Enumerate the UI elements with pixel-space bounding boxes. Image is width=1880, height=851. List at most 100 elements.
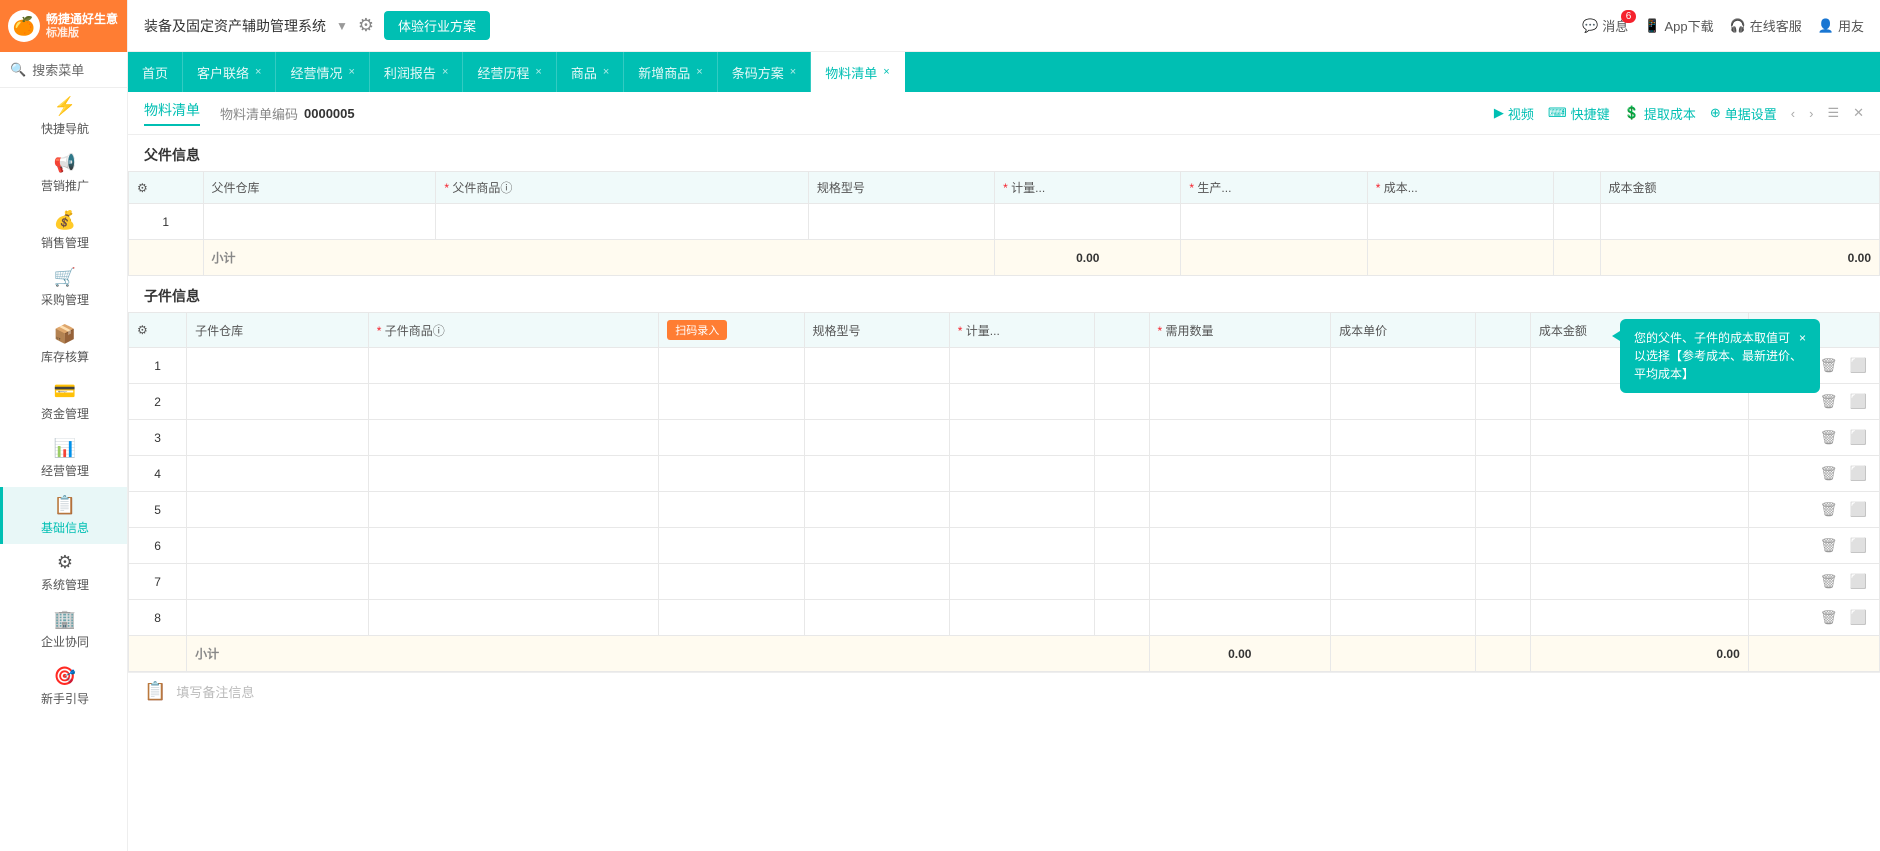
child-cell-cost-price-7[interactable] xyxy=(1331,564,1476,600)
child-cell-cost-price-6[interactable] xyxy=(1331,528,1476,564)
app-download-btn[interactable]: 📱 App下载 xyxy=(1644,16,1713,35)
parent-cell-product[interactable] xyxy=(436,204,809,240)
sidebar-item-sales[interactable]: 💰销售管理 xyxy=(0,202,127,259)
child-cell-spec-2[interactable] xyxy=(804,384,949,420)
child-cell-qty-5[interactable] xyxy=(1149,492,1331,528)
nav-tab-6[interactable]: 新增商品× xyxy=(624,52,717,92)
child-cell-warehouse-6[interactable] xyxy=(187,528,369,564)
tooltip-close-btn[interactable]: × xyxy=(1799,329,1806,347)
child-cell-qty-2[interactable] xyxy=(1149,384,1331,420)
child-cell-product-2[interactable] xyxy=(368,384,659,420)
child-copy-btn-6[interactable]: ⬜ xyxy=(1846,535,1871,556)
single-settings-action[interactable]: ⊕ 单据设置 xyxy=(1710,104,1777,123)
child-cell-product-3[interactable] xyxy=(368,420,659,456)
sidebar-item-enterprise[interactable]: 🏢企业协同 xyxy=(0,601,127,658)
child-delete-btn-5[interactable]: 🗑 xyxy=(1816,499,1842,520)
child-cell-qty-6[interactable] xyxy=(1149,528,1331,564)
nav-tab-close-2[interactable]: × xyxy=(348,66,354,78)
child-cell-product-5[interactable] xyxy=(368,492,659,528)
child-copy-btn-3[interactable]: ⬜ xyxy=(1846,427,1871,448)
search-menu[interactable]: 🔍 搜索菜单 xyxy=(0,52,127,88)
parent-cell-unit[interactable] xyxy=(995,204,1181,240)
parent-cell-cost[interactable] xyxy=(1367,204,1553,240)
child-cell-cost-price-4[interactable] xyxy=(1331,456,1476,492)
child-cell-cost-price-1[interactable] xyxy=(1331,348,1476,384)
child-delete-btn-6[interactable]: 🗑 xyxy=(1816,535,1842,556)
nav-tab-close-7[interactable]: × xyxy=(790,66,796,78)
child-cell-qty-4[interactable] xyxy=(1149,456,1331,492)
child-delete-btn-3[interactable]: 🗑 xyxy=(1816,427,1842,448)
child-cell-cost-price-2[interactable] xyxy=(1331,384,1476,420)
nav-tab-8[interactable]: 物料清单× xyxy=(811,52,904,92)
nav-tab-close-4[interactable]: × xyxy=(535,66,541,78)
child-delete-btn-2[interactable]: 🗑 xyxy=(1816,391,1842,412)
nav-tab-3[interactable]: 利润报告× xyxy=(370,52,463,92)
message-btn[interactable]: 💬 消息 6 xyxy=(1582,16,1628,35)
child-cell-unit-3[interactable] xyxy=(949,420,1094,456)
scan-btn[interactable]: 扫码录入 xyxy=(667,320,727,340)
sidebar-item-purchase[interactable]: 🛒采购管理 xyxy=(0,259,127,316)
nav-tab-1[interactable]: 客户联络× xyxy=(183,52,276,92)
child-cell-unit-6[interactable] xyxy=(949,528,1094,564)
child-cell-warehouse-1[interactable] xyxy=(187,348,369,384)
child-cell-spec-4[interactable] xyxy=(804,456,949,492)
child-cell-cost-price-8[interactable] xyxy=(1331,600,1476,636)
nav-tab-2[interactable]: 经营情况× xyxy=(276,52,369,92)
child-cell-product-1[interactable] xyxy=(368,348,659,384)
parent-cell-warehouse[interactable] xyxy=(203,204,436,240)
child-cell-product-4[interactable] xyxy=(368,456,659,492)
child-cell-unit-2[interactable] xyxy=(949,384,1094,420)
cost-action[interactable]: 💲 提取成本 xyxy=(1624,104,1696,123)
sidebar-item-finance[interactable]: 💳资金管理 xyxy=(0,373,127,430)
child-cell-unit-8[interactable] xyxy=(949,600,1094,636)
prev-btn[interactable]: ‹ xyxy=(1791,106,1795,121)
child-cell-cost-price-3[interactable] xyxy=(1331,420,1476,456)
next-btn[interactable]: › xyxy=(1809,106,1813,121)
child-cell-qty-7[interactable] xyxy=(1149,564,1331,600)
child-cell-warehouse-2[interactable] xyxy=(187,384,369,420)
child-cell-spec-3[interactable] xyxy=(804,420,949,456)
sidebar-item-basic[interactable]: 📋基础信息 xyxy=(0,487,127,544)
child-cell-spec-8[interactable] xyxy=(804,600,949,636)
settings-icon[interactable]: ⚙ xyxy=(358,15,374,36)
nav-tab-close-6[interactable]: × xyxy=(696,66,702,78)
sidebar-item-guide[interactable]: 🎯新手引导 xyxy=(0,658,127,715)
child-cell-warehouse-8[interactable] xyxy=(187,600,369,636)
sidebar-item-quick-nav[interactable]: ⚡快捷导航 xyxy=(0,88,127,145)
child-cell-product-7[interactable] xyxy=(368,564,659,600)
child-cell-qty-1[interactable] xyxy=(1149,348,1331,384)
nav-tab-4[interactable]: 经营历程× xyxy=(463,52,556,92)
child-cell-unit-5[interactable] xyxy=(949,492,1094,528)
child-cell-unit-1[interactable] xyxy=(949,348,1094,384)
child-col-settings[interactable]: ⚙ xyxy=(129,313,187,348)
child-cell-qty-8[interactable] xyxy=(1149,600,1331,636)
child-delete-btn-8[interactable]: 🗑 xyxy=(1816,607,1842,628)
nav-tab-close-5[interactable]: × xyxy=(603,66,609,78)
tab-bom-list[interactable]: 物料清单 xyxy=(144,100,200,126)
nav-tab-close-3[interactable]: × xyxy=(442,66,448,78)
child-cell-spec-7[interactable] xyxy=(804,564,949,600)
sidebar-item-operations[interactable]: 📊经营管理 xyxy=(0,430,127,487)
child-cell-spec-1[interactable] xyxy=(804,348,949,384)
trial-button[interactable]: 体验行业方案 xyxy=(384,11,490,40)
parent-cell-spec[interactable] xyxy=(808,204,994,240)
view-action[interactable]: ▶ 视频 xyxy=(1494,104,1534,123)
child-copy-btn-5[interactable]: ⬜ xyxy=(1846,499,1871,520)
sidebar-item-marketing[interactable]: 📢营销推广 xyxy=(0,145,127,202)
nav-tab-close-8[interactable]: × xyxy=(883,66,889,78)
parent-col-settings[interactable]: ⚙ xyxy=(129,172,204,204)
close-page-btn[interactable]: ✕ xyxy=(1853,105,1864,121)
online-service-btn[interactable]: 🎧 在线客服 xyxy=(1730,16,1802,35)
sidebar-item-inventory[interactable]: 📦库存核算 xyxy=(0,316,127,373)
sidebar-item-system[interactable]: ⚙系统管理 xyxy=(0,544,127,601)
user-menu[interactable]: 👤 用友 xyxy=(1818,16,1864,35)
child-cell-product-6[interactable] xyxy=(368,528,659,564)
child-copy-btn-7[interactable]: ⬜ xyxy=(1846,571,1871,592)
child-copy-btn-4[interactable]: ⬜ xyxy=(1846,463,1871,484)
child-cell-unit-4[interactable] xyxy=(949,456,1094,492)
child-cell-warehouse-7[interactable] xyxy=(187,564,369,600)
nav-tab-0[interactable]: 首页 xyxy=(128,52,183,92)
shortcut-action[interactable]: ⌨ 快捷键 xyxy=(1548,104,1610,123)
child-cell-qty-3[interactable] xyxy=(1149,420,1331,456)
child-cell-warehouse-5[interactable] xyxy=(187,492,369,528)
